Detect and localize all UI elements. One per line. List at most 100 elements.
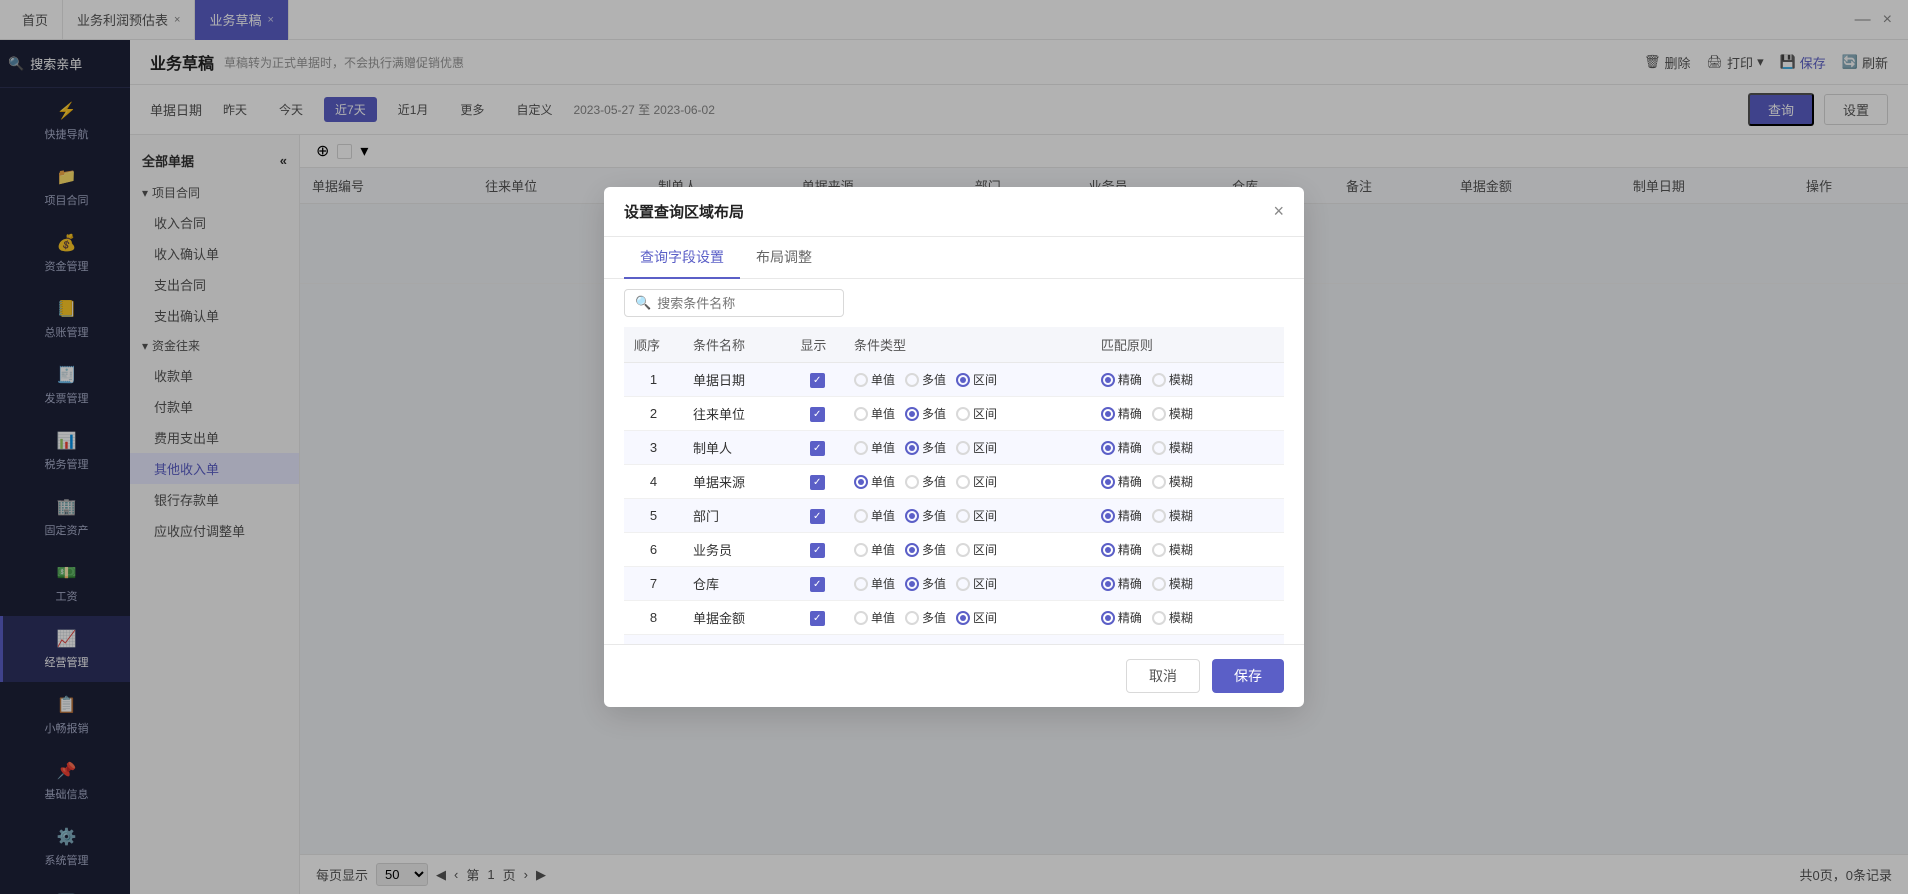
condition-search-input[interactable] [657,296,833,311]
radio-dot-exact [1101,441,1115,455]
radio-range[interactable]: 区间 [956,405,997,422]
radio-dot-fuzzy [1152,441,1166,455]
radio-multi[interactable]: 多值 [905,575,946,592]
radio-fuzzy[interactable]: 模糊 [1152,439,1193,456]
col-show: 显示 [790,327,844,363]
modal-tab-fields[interactable]: 查询字段设置 [624,237,740,279]
radio-fuzzy[interactable]: 模糊 [1152,473,1193,490]
row-cond-name: 备注 [683,635,790,645]
radio-dot-fuzzy [1152,611,1166,625]
cancel-button[interactable]: 取消 [1126,659,1200,693]
radio-dot-exact [1101,373,1115,387]
row-show-checkbox[interactable] [790,363,844,397]
radio-exact[interactable]: 精确 [1101,371,1142,388]
checkbox-show[interactable] [810,611,825,626]
radio-range[interactable]: 区间 [956,439,997,456]
row-order: 4 [624,465,683,499]
modal-table-row: 6业务员单值多值区间精确模糊 [624,533,1284,567]
row-cond-name: 单据日期 [683,363,790,397]
radio-dot-fuzzy [1152,577,1166,591]
row-cond-type: 单值多值区间 [844,431,1091,465]
checkbox-show[interactable] [810,577,825,592]
radio-multi[interactable]: 多值 [905,541,946,558]
radio-dot-multi [905,543,919,557]
row-show-checkbox[interactable] [790,465,844,499]
modal-tab-layout[interactable]: 布局调整 [740,237,828,279]
checkbox-show[interactable] [810,509,825,524]
radio-range[interactable]: 区间 [956,609,997,626]
radio-exact[interactable]: 精确 [1101,405,1142,422]
radio-fuzzy[interactable]: 模糊 [1152,371,1193,388]
checkbox-show[interactable] [810,407,825,422]
radio-exact[interactable]: 精确 [1101,473,1142,490]
search-input-wrap: 🔍 [624,289,844,317]
radio-fuzzy[interactable]: 模糊 [1152,405,1193,422]
row-show-checkbox[interactable] [790,431,844,465]
row-order: 2 [624,397,683,431]
radio-multi[interactable]: 多值 [905,371,946,388]
radio-fuzzy[interactable]: 模糊 [1152,507,1193,524]
radio-dot-exact [1101,475,1115,489]
radio-dot-single [854,577,868,591]
row-order: 5 [624,499,683,533]
radio-exact[interactable]: 精确 [1101,507,1142,524]
radio-multi[interactable]: 多值 [905,405,946,422]
row-cond-type: 单值多值区间 [844,397,1091,431]
radio-fuzzy[interactable]: 模糊 [1152,609,1193,626]
row-show-checkbox[interactable] [790,533,844,567]
row-show-checkbox[interactable] [790,499,844,533]
radio-exact[interactable]: 精确 [1101,439,1142,456]
radio-range[interactable]: 区间 [956,575,997,592]
row-match: 精确模糊 [1091,601,1284,635]
row-show-checkbox[interactable] [790,635,844,645]
row-order: 7 [624,567,683,601]
row-cond-type: 单值多值区间 [844,533,1091,567]
radio-multi[interactable]: 多值 [905,507,946,524]
radio-dot-multi [905,509,919,523]
row-match: 精确模糊 [1091,363,1284,397]
checkbox-show[interactable] [810,475,825,490]
radio-exact[interactable]: 精确 [1101,575,1142,592]
radio-multi[interactable]: 多值 [905,473,946,490]
radio-exact[interactable]: 精确 [1101,541,1142,558]
radio-range[interactable]: 区间 [956,371,997,388]
radio-single[interactable]: 单值 [854,371,895,388]
radio-single[interactable]: 单值 [854,405,895,422]
radio-range[interactable]: 区间 [956,507,997,524]
radio-single[interactable]: 单值 [854,575,895,592]
row-cond-type: 单值多值区间 [844,635,1091,645]
radio-multi[interactable]: 多值 [905,609,946,626]
radio-exact[interactable]: 精确 [1101,609,1142,626]
radio-dot-single [854,509,868,523]
checkbox-show[interactable] [810,543,825,558]
radio-single[interactable]: 单值 [854,473,895,490]
radio-single[interactable]: 单值 [854,609,895,626]
modal-title: 设置查询区域布局 [624,201,744,222]
row-cond-type: 单值多值区间 [844,363,1091,397]
save-confirm-button[interactable]: 保存 [1212,659,1284,693]
radio-dot-multi [905,611,919,625]
radio-range[interactable]: 区间 [956,541,997,558]
radio-range[interactable]: 区间 [956,473,997,490]
row-cond-name: 仓库 [683,567,790,601]
radio-single[interactable]: 单值 [854,439,895,456]
row-show-checkbox[interactable] [790,567,844,601]
row-show-checkbox[interactable] [790,397,844,431]
radio-fuzzy[interactable]: 模糊 [1152,541,1193,558]
radio-dot-range [956,373,970,387]
modal-close-button[interactable]: × [1273,201,1284,222]
radio-fuzzy[interactable]: 模糊 [1152,575,1193,592]
radio-dot-fuzzy [1152,373,1166,387]
search-icon: 🔍 [635,295,651,311]
radio-single[interactable]: 单值 [854,541,895,558]
row-order: 3 [624,431,683,465]
radio-dot-single [854,441,868,455]
radio-single[interactable]: 单值 [854,507,895,524]
row-show-checkbox[interactable] [790,601,844,635]
checkbox-show[interactable] [810,441,825,456]
modal-conditions-table: 顺序 条件名称 显示 条件类型 匹配原则 1单据日期单值多值区间精确模糊2往来单… [624,327,1284,644]
row-match: 精确模糊 [1091,533,1284,567]
modal-table-row: 9备注单值多值区间精确模糊 [624,635,1284,645]
checkbox-show[interactable] [810,373,825,388]
radio-multi[interactable]: 多值 [905,439,946,456]
